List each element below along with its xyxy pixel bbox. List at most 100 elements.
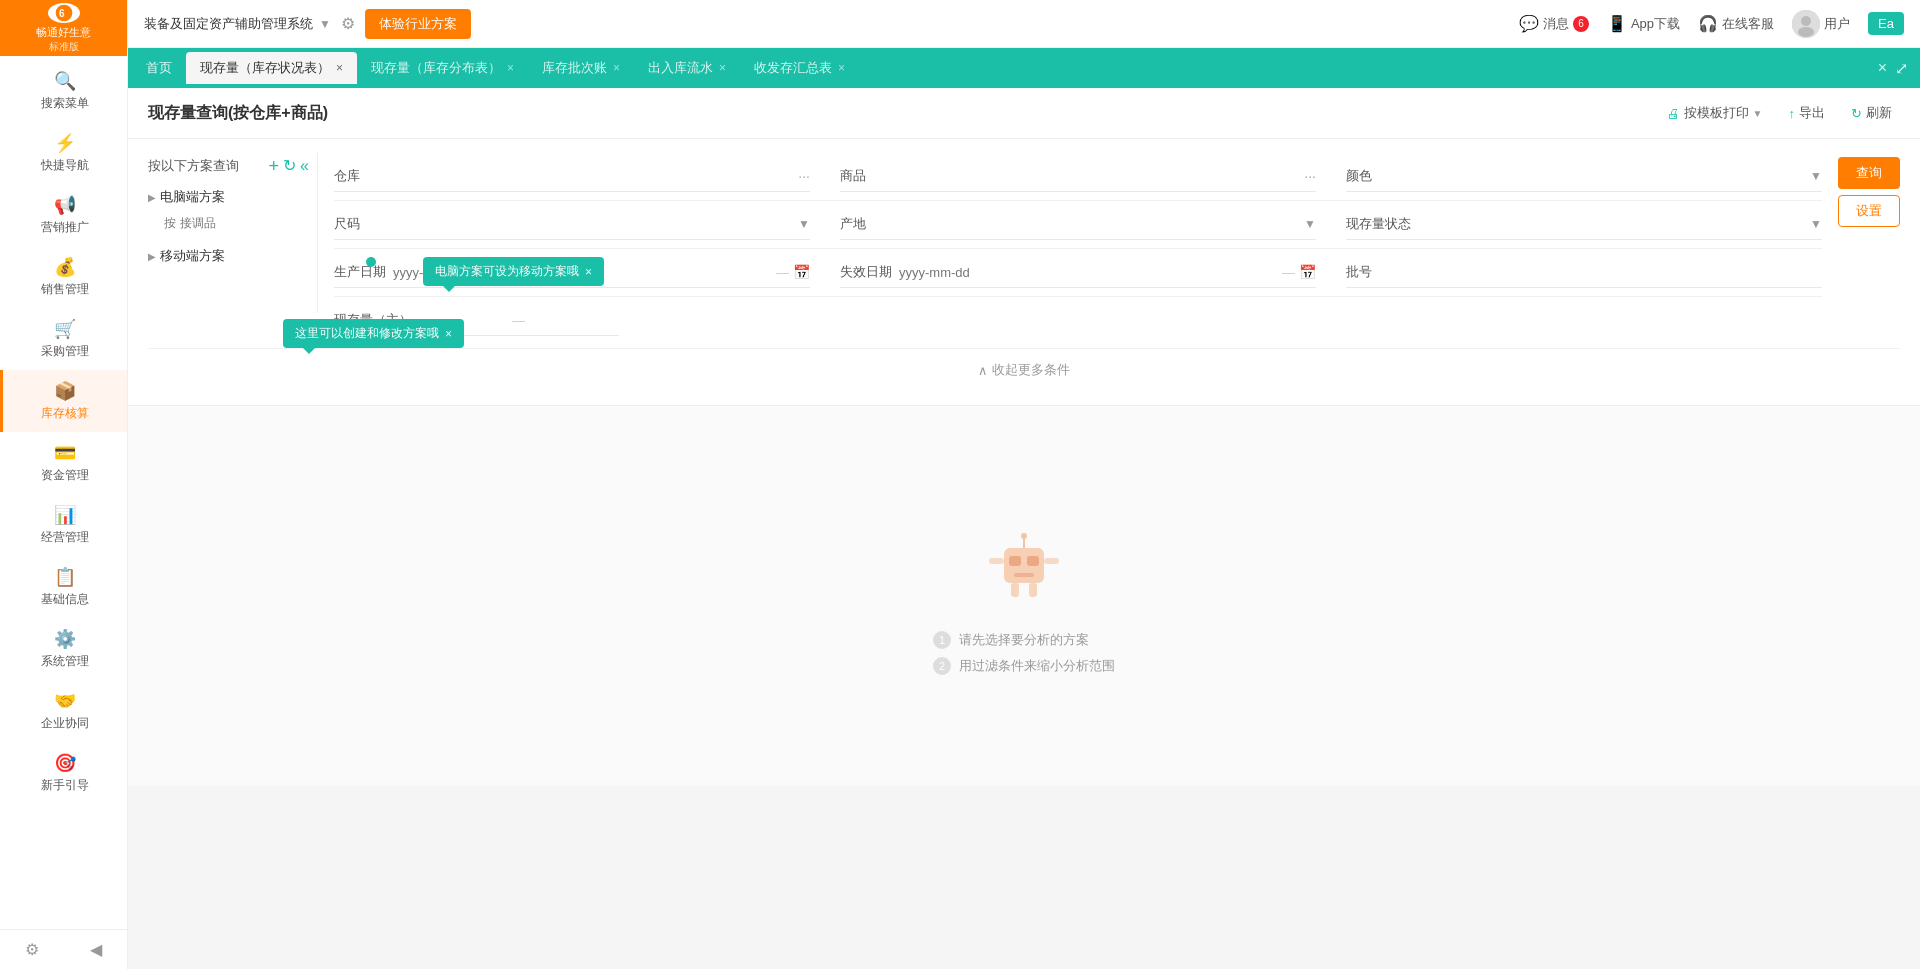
sidebar-item-marketing[interactable]: 📢 营销推广 — [0, 184, 127, 246]
origin-label: 产地 — [840, 215, 895, 233]
topbar-gear-icon[interactable]: ⚙ — [341, 14, 355, 33]
system-dropdown-arrow[interactable]: ▼ — [319, 17, 331, 31]
tooltip-pc-close[interactable]: × — [585, 265, 592, 279]
pc-scheme-entries: 按 接调品 — [148, 211, 309, 236]
sidebar-item-system[interactable]: ⚙️ 系统管理 — [0, 618, 127, 680]
tooltip-create-close[interactable]: × — [445, 327, 452, 341]
scheme-subentry-storage[interactable]: 按 接调品 — [164, 211, 309, 236]
collapse-btn[interactable]: ∧ 收起更多条件 — [966, 357, 1082, 383]
main: 装备及固定资产辅助管理系统 ▼ ⚙ 体验行业方案 💬 消息 6 📱 App下载 … — [128, 0, 1920, 969]
user-item[interactable]: 用户 — [1792, 10, 1850, 38]
page: 现存量查询(按仓库+商品) 🖨 按模板打印 ▼ ↑ 导出 ↻ 刷新 — [128, 88, 1920, 786]
mobile-scheme-label: 移动端方案 — [160, 247, 225, 265]
tab-in-out-flow-close[interactable]: × — [719, 61, 726, 75]
sidebar-item-operations-label: 经营管理 — [41, 529, 89, 546]
tab-inventory-status-label: 现存量（库存状况表） — [200, 59, 330, 77]
sidebar-item-quicknav[interactable]: ⚡ 快捷导航 — [0, 122, 127, 184]
settings-footer-btn[interactable]: ⚙ — [25, 940, 39, 959]
tab-home[interactable]: 首页 — [132, 52, 186, 84]
refresh-icon: ↻ — [1851, 106, 1862, 121]
mobile-scheme-header[interactable]: ▶ 移动端方案 — [148, 242, 309, 270]
size-input[interactable] — [395, 217, 792, 232]
empty-illustration — [979, 518, 1069, 611]
inventory-qty-max[interactable] — [539, 313, 619, 328]
expiry-date-calendar-icon[interactable]: 📅 — [1299, 264, 1316, 280]
operations-icon: 📊 — [54, 504, 76, 526]
product-more-icon[interactable]: ··· — [1304, 168, 1316, 184]
refresh-btn[interactable]: ↻ 刷新 — [1843, 100, 1900, 126]
sidebar-item-basicinfo[interactable]: 📋 基础信息 — [0, 556, 127, 618]
warehouse-more-icon[interactable]: ··· — [798, 168, 810, 184]
field-expiry-date: 失效日期 — 📅 — [840, 257, 1316, 288]
app-download-item[interactable]: 📱 App下载 — [1607, 14, 1680, 33]
collapse-label: 收起更多条件 — [992, 361, 1070, 379]
sidebar-item-finance[interactable]: 💳 资金管理 — [0, 432, 127, 494]
prod-date-calendar-icon[interactable]: 📅 — [793, 264, 810, 280]
step-2-num: 2 — [933, 657, 951, 675]
tab-receipt-summary[interactable]: 收发存汇总表 × — [740, 52, 859, 84]
field-product: 商品 ··· — [840, 161, 1316, 192]
message-item[interactable]: 💬 消息 6 — [1519, 14, 1589, 33]
print-btn[interactable]: 🖨 按模板打印 ▼ — [1659, 100, 1771, 126]
color-dropdown-icon[interactable]: ▼ — [1810, 169, 1822, 183]
refresh-scheme-btn[interactable]: ↻ — [283, 158, 296, 174]
svg-rect-14 — [1029, 583, 1037, 597]
reset-btn[interactable]: 设置 — [1838, 195, 1900, 227]
inventory-status-dropdown-icon[interactable]: ▼ — [1810, 217, 1822, 231]
filter-fields: 仓库 ··· 商品 ··· — [318, 153, 1822, 344]
close-all-tabs-btn[interactable]: × — [1878, 59, 1887, 77]
tab-inventory-dist-label: 现存量（库存分布表） — [371, 59, 501, 77]
tab-batch-ledger[interactable]: 库存批次账 × — [528, 52, 634, 84]
sidebar-item-basicinfo-label: 基础信息 — [41, 591, 89, 608]
tabbar-actions: × ⤢ — [1870, 59, 1916, 78]
solution-btn[interactable]: 体验行业方案 — [365, 9, 471, 39]
size-dropdown-icon[interactable]: ▼ — [798, 217, 810, 231]
tooltip-create-text: 这里可以创建和修改方案哦 — [295, 325, 439, 342]
sidebar-item-enterprise-label: 企业协同 — [41, 715, 89, 732]
prev-scheme-btn[interactable]: « — [300, 158, 309, 174]
empty-step-1: 1 请先选择要分析的方案 — [933, 631, 1115, 649]
collapse-footer-btn[interactable]: ◀ — [90, 940, 102, 959]
batch-input[interactable] — [1407, 265, 1822, 280]
export-label: 导出 — [1799, 104, 1825, 122]
sidebar-item-sales[interactable]: 💰 销售管理 — [0, 246, 127, 308]
print-dropdown-icon[interactable]: ▼ — [1753, 108, 1763, 119]
search-btn[interactable]: 查询 — [1838, 157, 1900, 189]
tab-inventory-dist[interactable]: 现存量（库存分布表） × — [357, 52, 528, 84]
sidebar-item-newbie[interactable]: 🎯 新手引导 — [0, 742, 127, 804]
add-scheme-btn[interactable]: + — [269, 157, 280, 175]
product-input[interactable] — [901, 169, 1298, 184]
tab-in-out-flow[interactable]: 出入库流水 × — [634, 52, 740, 84]
pc-scheme-header[interactable]: ▶ 电脑端方案 — [148, 183, 309, 211]
warehouse-label: 仓库 — [334, 167, 389, 185]
online-service-item[interactable]: 🎧 在线客服 — [1698, 14, 1774, 33]
sidebar-item-search[interactable]: 🔍 搜索菜单 — [0, 60, 127, 122]
fullscreen-btn[interactable]: ⤢ — [1895, 59, 1908, 78]
tab-inventory-status[interactable]: 现存量（库存状况表） × — [186, 52, 357, 84]
sidebar-item-operations[interactable]: 📊 经营管理 — [0, 494, 127, 556]
svg-rect-5 — [1004, 548, 1044, 583]
quicknav-icon: ⚡ — [54, 132, 76, 154]
sidebar-item-inventory[interactable]: 📦 库存核算 — [0, 370, 127, 432]
export-btn[interactable]: ↑ 导出 — [1781, 100, 1834, 126]
ea-badge[interactable]: Ea — [1868, 12, 1904, 35]
tab-batch-ledger-close[interactable]: × — [613, 61, 620, 75]
enterprise-icon: 🤝 — [54, 690, 76, 712]
scheme-panel-title: 按以下方案查询 — [148, 157, 265, 175]
tab-inventory-status-close[interactable]: × — [336, 61, 343, 75]
collapse-arrow-icon: ∧ — [978, 363, 988, 378]
sidebar-item-enterprise[interactable]: 🤝 企业协同 — [0, 680, 127, 742]
expiry-date-start[interactable] — [899, 265, 1278, 280]
origin-dropdown-icon[interactable]: ▼ — [1304, 217, 1316, 231]
origin-input[interactable] — [901, 217, 1298, 232]
step-2-label: 用过滤条件来缩小分析范围 — [959, 657, 1115, 675]
tab-inventory-dist-close[interactable]: × — [507, 61, 514, 75]
color-input[interactable] — [1407, 169, 1804, 184]
svg-point-4 — [1798, 27, 1814, 37]
sidebar-item-purchase[interactable]: 🛒 采购管理 — [0, 308, 127, 370]
warehouse-input[interactable] — [395, 169, 792, 184]
page-actions: 🖨 按模板打印 ▼ ↑ 导出 ↻ 刷新 — [1659, 100, 1900, 126]
inventory-status-input[interactable] — [1422, 217, 1804, 232]
mobile-scheme-arrow: ▶ — [148, 251, 156, 262]
tab-receipt-summary-close[interactable]: × — [838, 61, 845, 75]
